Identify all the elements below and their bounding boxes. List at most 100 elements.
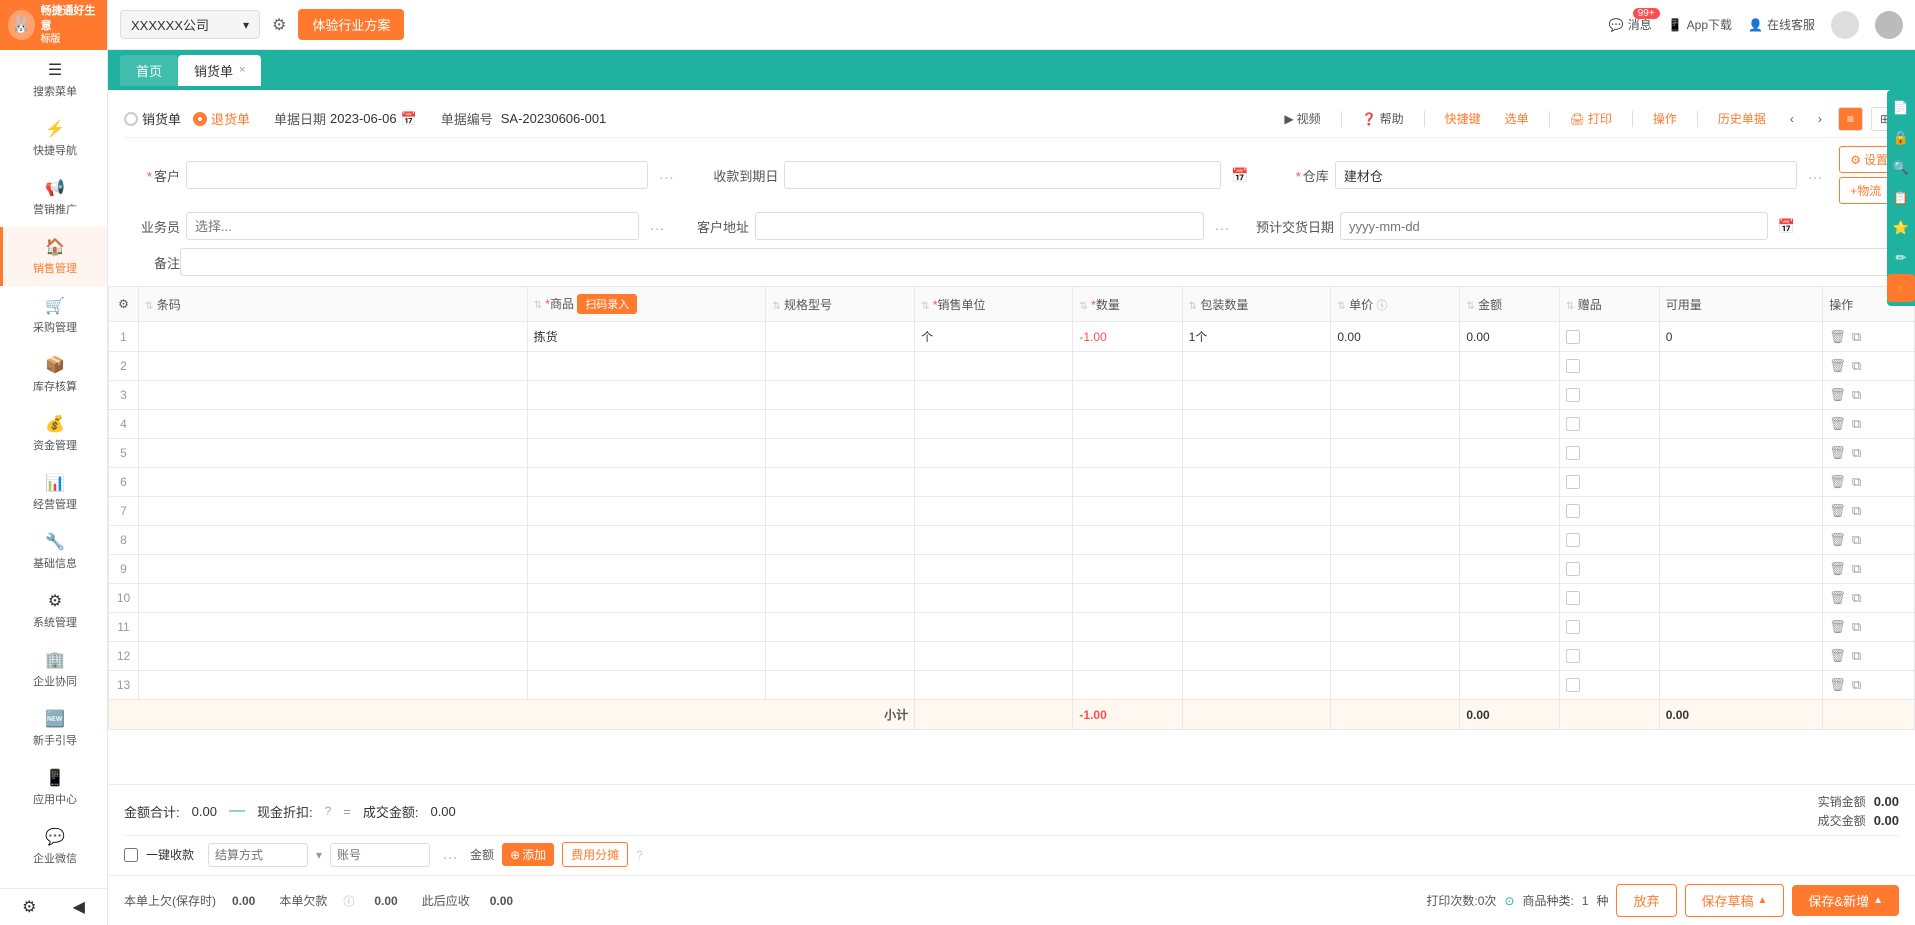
row-unit-4[interactable]: [915, 410, 1073, 439]
row-qty-11[interactable]: [1073, 613, 1182, 642]
delivery-date-calendar-icon[interactable]: 📅: [1774, 218, 1799, 235]
row-gift-9[interactable]: [1560, 555, 1660, 584]
row-barcode-10[interactable]: [139, 584, 528, 613]
row-unit-price-6[interactable]: [1331, 468, 1460, 497]
sidebar-settings-icon[interactable]: ⚙: [22, 897, 36, 917]
row-unit-price-10[interactable]: [1331, 584, 1460, 613]
row-spec-5[interactable]: [766, 439, 915, 468]
history-btn[interactable]: 历史单据: [1710, 106, 1774, 131]
row-pkg-qty-13[interactable]: [1182, 671, 1331, 700]
row-pkg-qty-7[interactable]: [1182, 497, 1331, 526]
right-panel-item-2[interactable]: 🔒: [1887, 124, 1915, 152]
row-copy-icon-1[interactable]: ⧉: [1852, 329, 1861, 345]
delivery-date-input[interactable]: [1340, 212, 1768, 240]
scan-btn[interactable]: 扫码录入: [577, 294, 637, 314]
row-qty-10[interactable]: [1073, 584, 1182, 613]
avatar[interactable]: [1831, 11, 1859, 39]
company-selector[interactable]: XXXXXX公司 ▾: [120, 10, 260, 39]
row-spec-13[interactable]: [766, 671, 915, 700]
print-btn[interactable]: 🖨 打印: [1562, 106, 1620, 131]
row-barcode-5[interactable]: [139, 439, 528, 468]
row-product-7[interactable]: [527, 497, 766, 526]
row-pkg-qty-11[interactable]: [1182, 613, 1331, 642]
row-spec-7[interactable]: [766, 497, 915, 526]
row-unit-price-7[interactable]: [1331, 497, 1460, 526]
warehouse-input[interactable]: [1335, 161, 1797, 189]
app-download-btn[interactable]: 📱 App下载: [1668, 16, 1732, 33]
discount-help-icon[interactable]: ?: [325, 804, 332, 818]
row-spec-3[interactable]: [766, 381, 915, 410]
arrears-info-icon[interactable]: ⓘ: [343, 893, 354, 909]
table-settings-icon[interactable]: ⚙: [118, 297, 129, 311]
row-unit-1[interactable]: 个: [915, 322, 1073, 352]
row-barcode-12[interactable]: [139, 642, 528, 671]
row-unit-price-4[interactable]: [1331, 410, 1460, 439]
row-amount-4[interactable]: [1460, 410, 1560, 439]
row-copy-icon-9[interactable]: ⧉: [1852, 561, 1861, 577]
split-btn[interactable]: 费用分摊: [562, 842, 628, 867]
sidebar-item-guide[interactable]: 🆕新手引导: [0, 699, 107, 758]
right-panel-item-6[interactable]: ✏: [1887, 244, 1915, 272]
sidebar-item-sales[interactable]: 🏠销售管理: [0, 227, 107, 286]
date-calendar-icon[interactable]: 📅: [401, 111, 417, 127]
account-input[interactable]: [330, 843, 430, 867]
row-barcode-8[interactable]: [139, 526, 528, 555]
row-barcode-13[interactable]: [139, 671, 528, 700]
online-service-btn[interactable]: 👤 在线客服: [1748, 16, 1815, 33]
row-unit-price-2[interactable]: [1331, 352, 1460, 381]
th-settings[interactable]: ⚙: [109, 287, 139, 322]
row-amount-9[interactable]: [1460, 555, 1560, 584]
row-copy-icon-6[interactable]: ⧉: [1852, 474, 1861, 490]
row-unit-3[interactable]: [915, 381, 1073, 410]
date-value[interactable]: 2023-06-06: [330, 111, 397, 126]
row-copy-icon-12[interactable]: ⧉: [1852, 648, 1861, 664]
remark-input[interactable]: [180, 248, 1899, 276]
row-unit-price-13[interactable]: [1331, 671, 1460, 700]
row-gift-5[interactable]: [1560, 439, 1660, 468]
right-panel-item-7[interactable]: 🔸: [1887, 274, 1915, 302]
row-spec-8[interactable]: [766, 526, 915, 555]
row-copy-icon-4[interactable]: ⧉: [1852, 416, 1861, 432]
row-qty-7[interactable]: [1073, 497, 1182, 526]
row-delete-icon-7[interactable]: 🗑: [1829, 503, 1846, 519]
row-gift-13[interactable]: [1560, 671, 1660, 700]
row-pkg-qty-3[interactable]: [1182, 381, 1331, 410]
row-barcode-4[interactable]: [139, 410, 528, 439]
row-amount-13[interactable]: [1460, 671, 1560, 700]
row-product-8[interactable]: [527, 526, 766, 555]
row-pkg-qty-4[interactable]: [1182, 410, 1331, 439]
select-btn[interactable]: 选单: [1497, 106, 1537, 131]
radio-return[interactable]: 退货单: [193, 109, 250, 128]
row-gift-8[interactable]: [1560, 526, 1660, 555]
row-gift-10[interactable]: [1560, 584, 1660, 613]
row-copy-icon-5[interactable]: ⧉: [1852, 445, 1861, 461]
save-draft-btn[interactable]: 保存草稿 ▲: [1685, 884, 1785, 917]
row-barcode-7[interactable]: [139, 497, 528, 526]
sidebar-item-wechat[interactable]: 💬企业微信: [0, 817, 107, 876]
row-barcode-1[interactable]: [139, 322, 528, 352]
row-qty-6[interactable]: [1073, 468, 1182, 497]
row-pkg-qty-8[interactable]: [1182, 526, 1331, 555]
row-delete-icon-8[interactable]: 🗑: [1829, 532, 1846, 548]
row-product-1[interactable]: 拣货: [527, 322, 766, 352]
row-product-13[interactable]: [527, 671, 766, 700]
row-unit-2[interactable]: [915, 352, 1073, 381]
row-unit-11[interactable]: [915, 613, 1073, 642]
row-amount-5[interactable]: [1460, 439, 1560, 468]
sidebar-item-collab[interactable]: 🏢企业协同: [0, 640, 107, 699]
row-unit-9[interactable]: [915, 555, 1073, 584]
row-pkg-qty-10[interactable]: [1182, 584, 1331, 613]
row-amount-3[interactable]: [1460, 381, 1560, 410]
prev-btn[interactable]: ‹: [1782, 108, 1802, 130]
row-pkg-qty-2[interactable]: [1182, 352, 1331, 381]
row-copy-icon-7[interactable]: ⧉: [1852, 503, 1861, 519]
row-product-4[interactable]: [527, 410, 766, 439]
account-more-icon[interactable]: …: [438, 846, 462, 864]
row-spec-4[interactable]: [766, 410, 915, 439]
unit-price-info-icon[interactable]: ⓘ: [1376, 300, 1387, 312]
one-click-pay-checkbox[interactable]: [124, 848, 138, 862]
row-unit-price-3[interactable]: [1331, 381, 1460, 410]
row-pkg-qty-6[interactable]: [1182, 468, 1331, 497]
row-spec-1[interactable]: [766, 322, 915, 352]
trial-btn[interactable]: 体验行业方案: [298, 9, 404, 40]
